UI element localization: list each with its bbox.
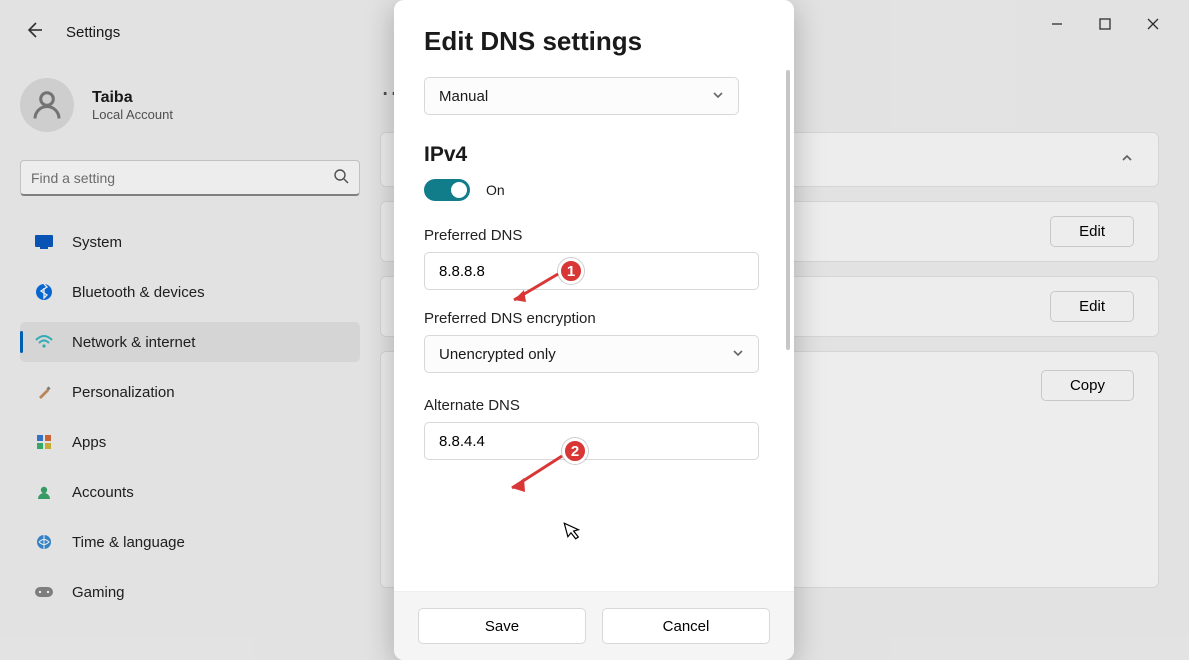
annotation-arrow-2 [500, 452, 566, 498]
mode-value: Manual [439, 88, 488, 105]
annotation-arrow-1 [502, 270, 562, 312]
chevron-down-icon [712, 88, 724, 105]
save-button[interactable]: Save [418, 608, 586, 644]
preferred-dns-input[interactable] [424, 252, 759, 290]
ipv4-heading: IPv4 [424, 143, 764, 167]
annotation-marker-2: 2 [562, 438, 588, 464]
preferred-enc-select[interactable]: Unencrypted only [424, 335, 759, 373]
scrollbar[interactable] [786, 70, 790, 350]
chevron-down-icon [732, 346, 744, 363]
modal-title: Edit DNS settings [424, 26, 764, 57]
preferred-dns-label: Preferred DNS [424, 227, 764, 244]
ipv4-toggle[interactable] [424, 179, 470, 201]
annotation-marker-1: 1 [558, 258, 584, 284]
preferred-enc-label: Preferred DNS encryption [424, 310, 764, 327]
modal-footer: Save Cancel [394, 591, 794, 660]
enc-value: Unencrypted only [439, 346, 556, 363]
mode-select[interactable]: Manual [424, 77, 739, 115]
toggle-label: On [486, 182, 505, 198]
alternate-dns-input[interactable] [424, 422, 759, 460]
cancel-button[interactable]: Cancel [602, 608, 770, 644]
alternate-dns-label: Alternate DNS [424, 397, 764, 414]
dns-modal: Edit DNS settings Manual IPv4 On Preferr… [394, 0, 794, 660]
